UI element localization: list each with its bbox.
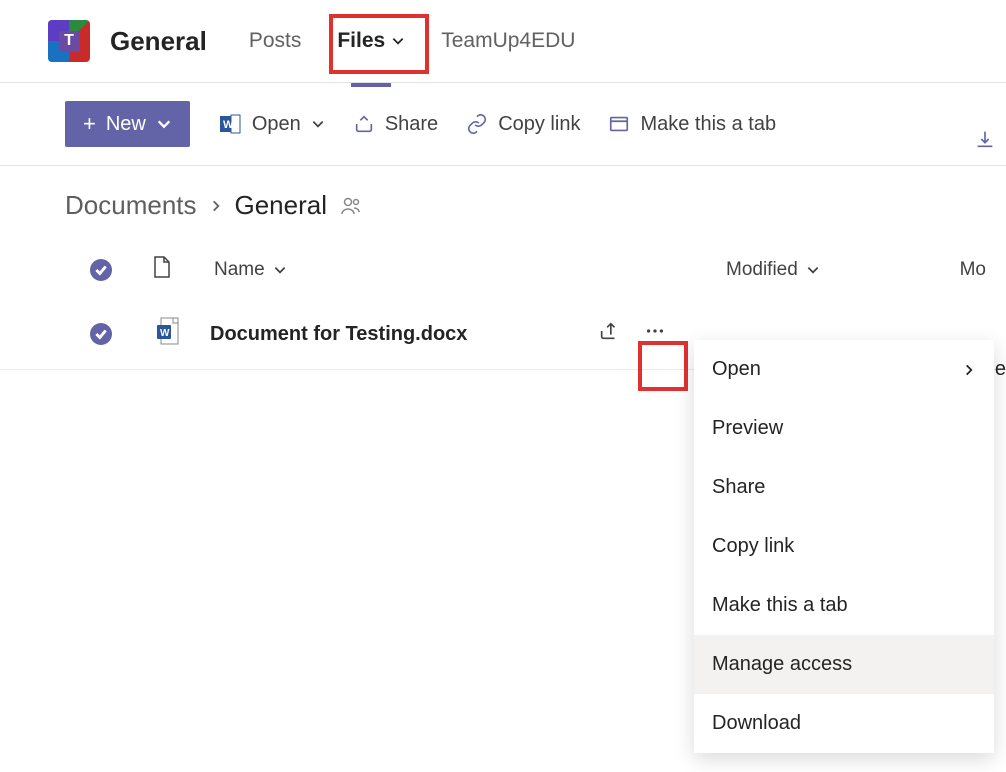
ellipsis-icon [644,320,666,342]
plus-icon: + [83,111,96,137]
new-button-label: New [106,113,146,136]
share-icon [598,320,620,342]
chevron-down-icon [156,116,172,132]
file-name[interactable]: Document for Testing.docx [210,323,578,346]
copy-link-label: Copy link [498,113,580,136]
tab-posts[interactable]: Posts [245,21,306,61]
open-label: Open [252,113,301,136]
select-all-checkbox[interactable] [90,259,118,281]
tab-icon [608,113,630,135]
menu-download[interactable]: Download [694,694,994,753]
modified-column-header[interactable]: Modified [726,259,926,281]
breadcrumb-root[interactable]: Documents [65,190,197,221]
share-label: Share [385,113,438,136]
chevron-right-icon [962,363,976,377]
word-icon: W [218,112,242,136]
modified-by-column-label: Mo [960,259,986,280]
name-column-header[interactable]: Name [214,259,706,281]
modified-column-label: Modified [726,259,798,281]
context-menu: Open Preview Share Copy link Make this a… [694,340,994,753]
file-actions [598,320,666,348]
copy-link-button[interactable]: Copy link [466,113,580,136]
menu-preview[interactable]: Preview [694,399,994,458]
row-overflow-text: e [995,358,1006,381]
menu-copy-link-label: Copy link [712,535,794,558]
download-icon [974,128,996,150]
document-icon [152,255,172,279]
menu-make-tab[interactable]: Make this a tab [694,576,994,635]
menu-copy-link[interactable]: Copy link [694,517,994,576]
menu-manage-access-label: Manage access [712,653,852,676]
tab-teamup4edu[interactable]: TeamUp4EDU [437,21,579,61]
tabs: Posts Files TeamUp4EDU [245,21,580,61]
table-header: Name Modified Mo [0,241,1006,299]
more-options-button[interactable] [644,320,666,348]
menu-make-tab-label: Make this a tab [712,594,848,617]
chevron-down-icon [806,263,820,277]
download-toolbar-button[interactable] [974,128,996,155]
row-checkbox[interactable] [90,323,118,345]
share-button[interactable]: Share [353,113,438,136]
link-icon [466,113,488,135]
word-file-icon: W [156,317,180,345]
share-file-button[interactable] [598,320,620,348]
menu-manage-access[interactable]: Manage access [694,635,994,694]
open-button[interactable]: W Open [218,112,325,136]
make-tab-button[interactable]: Make this a tab [608,113,776,136]
svg-text:W: W [223,119,234,131]
make-tab-label: Make this a tab [640,113,776,136]
menu-preview-label: Preview [712,417,783,440]
chevron-right-icon [209,199,223,213]
people-icon [339,194,363,218]
channel-avatar: T [48,20,90,62]
chevron-down-icon [391,34,405,48]
modified-by-column-header[interactable]: Mo [946,259,986,281]
name-column-label: Name [214,259,265,281]
share-icon [353,113,375,135]
menu-share[interactable]: Share [694,458,994,517]
channel-title: General [110,26,207,57]
menu-download-label: Download [712,712,801,735]
tab-files-label: Files [337,29,385,53]
chevron-down-icon [273,263,287,277]
channel-header: T General Posts Files TeamUp4EDU [0,0,1006,83]
menu-open-label: Open [712,358,761,381]
checkmark-icon [94,327,108,341]
new-button[interactable]: + New [65,101,190,147]
tab-files[interactable]: Files [333,21,409,61]
breadcrumb-current: General [235,190,328,221]
menu-share-label: Share [712,476,765,499]
toolbar: + New W Open Share Copy link [0,83,1006,166]
svg-text:W: W [160,328,170,339]
breadcrumb: Documents General [0,166,1006,241]
menu-open[interactable]: Open [694,340,994,399]
file-type-column [152,255,180,285]
file-type-icon: W [156,317,180,351]
chevron-down-icon [311,117,325,131]
checkmark-icon [94,263,108,277]
